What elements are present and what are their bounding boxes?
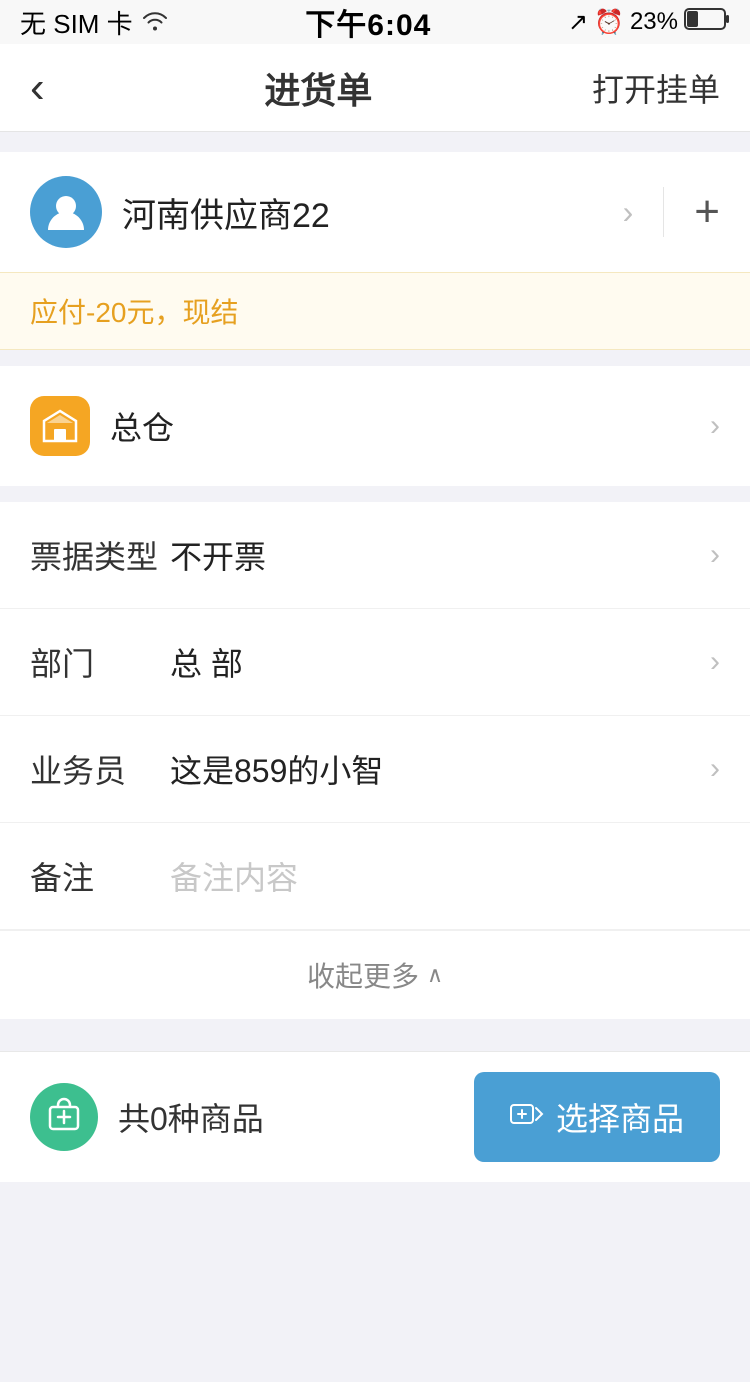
page-background	[0, 1182, 750, 1382]
salesperson-chevron-icon: ›	[710, 752, 720, 786]
salesperson-label: 业务员	[30, 746, 160, 792]
status-left: 无 SIM 卡	[20, 4, 169, 41]
warehouse-card: 总仓 ›	[0, 366, 750, 486]
remark-label: 备注	[30, 853, 160, 899]
user-icon	[44, 190, 88, 234]
warehouse-name: 总仓	[110, 403, 174, 449]
supplier-name: 河南供应商22	[122, 188, 623, 237]
warehouse-icon-bg	[30, 396, 90, 456]
department-label: 部门	[30, 639, 160, 685]
form-row-remark[interactable]: 备注 备注内容	[0, 823, 750, 930]
supplier-avatar	[30, 176, 102, 248]
collapse-arrow-icon: ∧	[427, 962, 443, 988]
section-gap-2	[0, 350, 750, 366]
invoice-label: 票据类型	[30, 532, 160, 578]
nav-bar: ‹ 进货单 打开挂单	[0, 44, 750, 132]
collapse-label: 收起更多	[307, 955, 419, 995]
supplier-card: 河南供应商22 › + 应付-20元，现结	[0, 152, 750, 350]
location-icon: ↗	[568, 8, 588, 37]
form-row-salesperson[interactable]: 业务员 这是859的小智 ›	[0, 716, 750, 823]
collapse-row[interactable]: 收起更多 ∧	[0, 930, 750, 1019]
notice-banner: 应付-20元，现结	[0, 272, 750, 350]
select-product-label: 选择商品	[556, 1094, 684, 1140]
department-value: 总 部	[160, 639, 710, 685]
status-bar: 无 SIM 卡 下午6:04 ↗ ⏰ 23%	[0, 0, 750, 44]
warehouse-chevron-icon: ›	[710, 409, 720, 443]
form-row-department[interactable]: 部门 总 部 ›	[0, 609, 750, 716]
section-gap-1	[0, 132, 750, 152]
department-chevron-icon: ›	[710, 645, 720, 679]
invoice-value: 不开票	[160, 532, 710, 578]
salesperson-value: 这是859的小智	[160, 746, 710, 792]
battery-text: 23%	[630, 8, 678, 36]
warehouse-icon	[41, 407, 79, 445]
product-icon-bg	[30, 1083, 98, 1151]
select-btn-icon	[510, 1100, 544, 1135]
product-bar: 共0种商品 选择商品	[0, 1051, 750, 1182]
remark-placeholder: 备注内容	[160, 853, 720, 899]
battery-icon	[684, 7, 730, 38]
product-icon	[44, 1097, 84, 1137]
supplier-add-button[interactable]: +	[694, 187, 720, 237]
warehouse-row[interactable]: 总仓 ›	[0, 366, 750, 486]
back-button[interactable]: ‹	[30, 66, 45, 110]
vertical-divider	[663, 187, 664, 237]
status-right: ↗ ⏰ 23%	[568, 7, 730, 38]
page-title: 进货单	[264, 62, 372, 114]
form-section: 票据类型 不开票 › 部门 总 部 › 业务员 这是859的小智 › 备注 备注…	[0, 502, 750, 1019]
invoice-chevron-icon: ›	[710, 538, 720, 572]
wifi-icon	[141, 7, 169, 38]
carrier-text: 无 SIM 卡	[20, 4, 133, 41]
open-hangup-button[interactable]: 打开挂单	[592, 65, 720, 111]
supplier-chevron-icon: ›	[623, 194, 634, 231]
select-product-button[interactable]: 选择商品	[474, 1072, 720, 1162]
section-gap-4	[0, 1019, 750, 1035]
alarm-icon: ⏰	[594, 8, 624, 37]
status-time: 下午6:04	[305, 0, 431, 44]
notice-text: 应付-20元，现结	[30, 297, 238, 328]
form-row-invoice[interactable]: 票据类型 不开票 ›	[0, 502, 750, 609]
product-count: 共0种商品	[118, 1094, 474, 1140]
section-gap-3	[0, 486, 750, 502]
supplier-row[interactable]: 河南供应商22 › +	[0, 152, 750, 272]
